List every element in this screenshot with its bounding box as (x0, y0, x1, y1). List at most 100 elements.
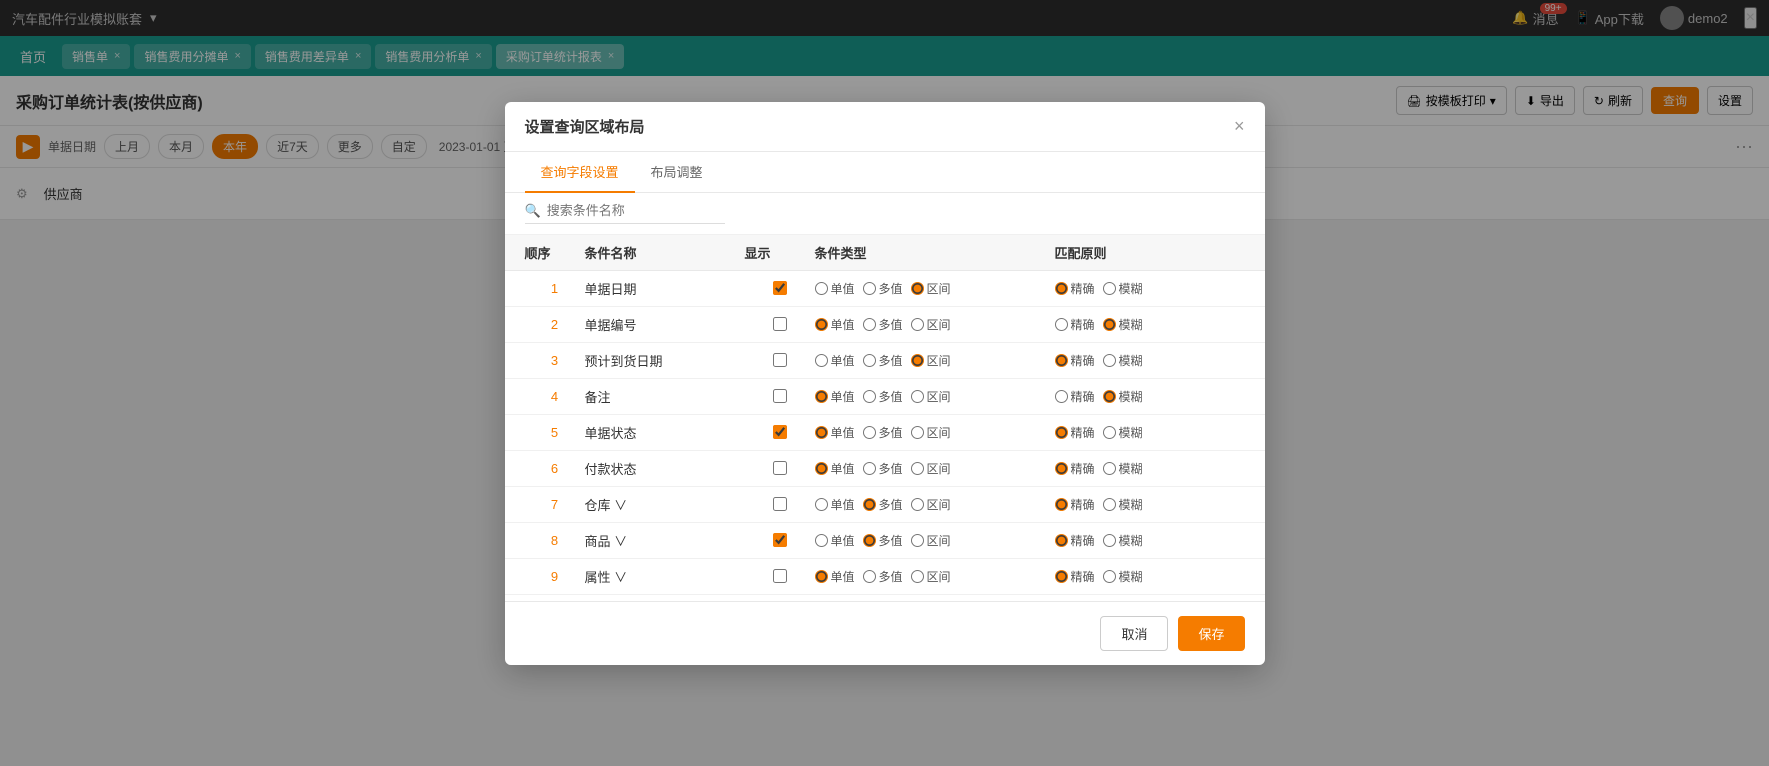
type-radio-item[interactable]: 多值 (863, 460, 903, 477)
type-radio-item[interactable]: 区间 (911, 568, 951, 585)
type-radio[interactable] (815, 390, 828, 403)
match-radio-item[interactable]: 模糊 (1103, 532, 1143, 549)
type-radio-item[interactable]: 多值 (863, 424, 903, 441)
type-radio-item[interactable]: 单值 (815, 532, 855, 549)
type-radio[interactable] (815, 318, 828, 331)
dialog-close-button[interactable]: × (1234, 116, 1245, 137)
match-radio-item[interactable]: 精确 (1055, 568, 1095, 585)
type-radio-item[interactable]: 区间 (911, 532, 951, 549)
match-radio[interactable] (1055, 354, 1068, 367)
tab-query-fields[interactable]: 查询字段设置 (525, 152, 635, 193)
show-checkbox[interactable] (773, 317, 787, 331)
match-radio[interactable] (1103, 462, 1116, 475)
match-radio[interactable] (1055, 570, 1068, 583)
type-radio[interactable] (815, 426, 828, 439)
match-radio[interactable] (1103, 318, 1116, 331)
match-radio-item[interactable]: 模糊 (1103, 280, 1143, 297)
type-radio-item[interactable]: 单值 (815, 424, 855, 441)
match-radio[interactable] (1055, 534, 1068, 547)
type-radio[interactable] (911, 426, 924, 439)
type-radio-item[interactable]: 单值 (815, 388, 855, 405)
type-radio[interactable] (911, 498, 924, 511)
type-radio-item[interactable]: 区间 (911, 388, 951, 405)
type-radio[interactable] (911, 318, 924, 331)
type-radio-item[interactable]: 单值 (815, 496, 855, 513)
type-radio-item[interactable]: 单值 (815, 316, 855, 333)
match-radio[interactable] (1055, 462, 1068, 475)
match-radio[interactable] (1103, 390, 1116, 403)
type-radio-item[interactable]: 区间 (911, 460, 951, 477)
match-radio-item[interactable]: 模糊 (1103, 460, 1143, 477)
show-checkbox[interactable] (773, 461, 787, 475)
type-radio[interactable] (911, 462, 924, 475)
type-radio[interactable] (911, 354, 924, 367)
type-radio[interactable] (815, 354, 828, 367)
type-radio-item[interactable]: 区间 (911, 352, 951, 369)
match-radio-item[interactable]: 模糊 (1103, 316, 1143, 333)
type-radio[interactable] (815, 462, 828, 475)
type-radio-item[interactable]: 区间 (911, 280, 951, 297)
type-radio[interactable] (863, 390, 876, 403)
search-input[interactable] (547, 203, 707, 218)
show-checkbox[interactable] (773, 497, 787, 511)
match-radio-item[interactable]: 模糊 (1103, 352, 1143, 369)
type-radio-item[interactable]: 单值 (815, 352, 855, 369)
type-radio[interactable] (911, 282, 924, 295)
type-radio[interactable] (863, 498, 876, 511)
match-radio-item[interactable]: 精确 (1055, 460, 1095, 477)
match-radio[interactable] (1103, 426, 1116, 439)
match-radio-item[interactable]: 模糊 (1103, 568, 1143, 585)
type-radio[interactable] (815, 570, 828, 583)
type-radio[interactable] (911, 534, 924, 547)
match-radio-item[interactable]: 精确 (1055, 532, 1095, 549)
match-radio-item[interactable]: 精确 (1055, 280, 1095, 297)
type-radio[interactable] (863, 318, 876, 331)
show-checkbox[interactable] (773, 353, 787, 367)
match-radio[interactable] (1055, 282, 1068, 295)
type-radio-item[interactable]: 多值 (863, 388, 903, 405)
show-checkbox[interactable] (773, 533, 787, 547)
type-radio[interactable] (911, 390, 924, 403)
match-radio-item[interactable]: 模糊 (1103, 388, 1143, 405)
show-checkbox[interactable] (773, 389, 787, 403)
type-radio[interactable] (863, 282, 876, 295)
type-radio-item[interactable]: 多值 (863, 496, 903, 513)
match-radio-item[interactable]: 精确 (1055, 388, 1095, 405)
type-radio[interactable] (815, 534, 828, 547)
type-radio[interactable] (815, 282, 828, 295)
match-radio-item[interactable]: 精确 (1055, 352, 1095, 369)
type-radio-item[interactable]: 多值 (863, 352, 903, 369)
match-radio[interactable] (1055, 318, 1068, 331)
show-checkbox[interactable] (773, 425, 787, 439)
type-radio-item[interactable]: 区间 (911, 424, 951, 441)
type-radio-item[interactable]: 多值 (863, 568, 903, 585)
type-radio-item[interactable]: 多值 (863, 532, 903, 549)
type-radio[interactable] (863, 534, 876, 547)
type-radio-item[interactable]: 单值 (815, 460, 855, 477)
match-radio-item[interactable]: 精确 (1055, 316, 1095, 333)
save-button[interactable]: 保存 (1178, 616, 1244, 651)
type-radio[interactable] (863, 462, 876, 475)
type-radio-item[interactable]: 多值 (863, 280, 903, 297)
match-radio-item[interactable]: 精确 (1055, 424, 1095, 441)
match-radio[interactable] (1103, 354, 1116, 367)
match-radio[interactable] (1103, 498, 1116, 511)
match-radio-item[interactable]: 模糊 (1103, 496, 1143, 513)
match-radio-item[interactable]: 模糊 (1103, 424, 1143, 441)
show-checkbox[interactable] (773, 281, 787, 295)
type-radio-item[interactable]: 区间 (911, 316, 951, 333)
show-checkbox[interactable] (773, 569, 787, 583)
type-radio-item[interactable]: 多值 (863, 316, 903, 333)
type-radio[interactable] (911, 570, 924, 583)
match-radio[interactable] (1055, 498, 1068, 511)
match-radio[interactable] (1055, 390, 1068, 403)
type-radio-item[interactable]: 单值 (815, 280, 855, 297)
type-radio[interactable] (863, 354, 876, 367)
type-radio[interactable] (863, 570, 876, 583)
cancel-button[interactable]: 取消 (1100, 616, 1168, 651)
match-radio-item[interactable]: 精确 (1055, 496, 1095, 513)
match-radio[interactable] (1103, 534, 1116, 547)
type-radio-item[interactable]: 区间 (911, 496, 951, 513)
match-radio[interactable] (1103, 570, 1116, 583)
type-radio-item[interactable]: 单值 (815, 568, 855, 585)
